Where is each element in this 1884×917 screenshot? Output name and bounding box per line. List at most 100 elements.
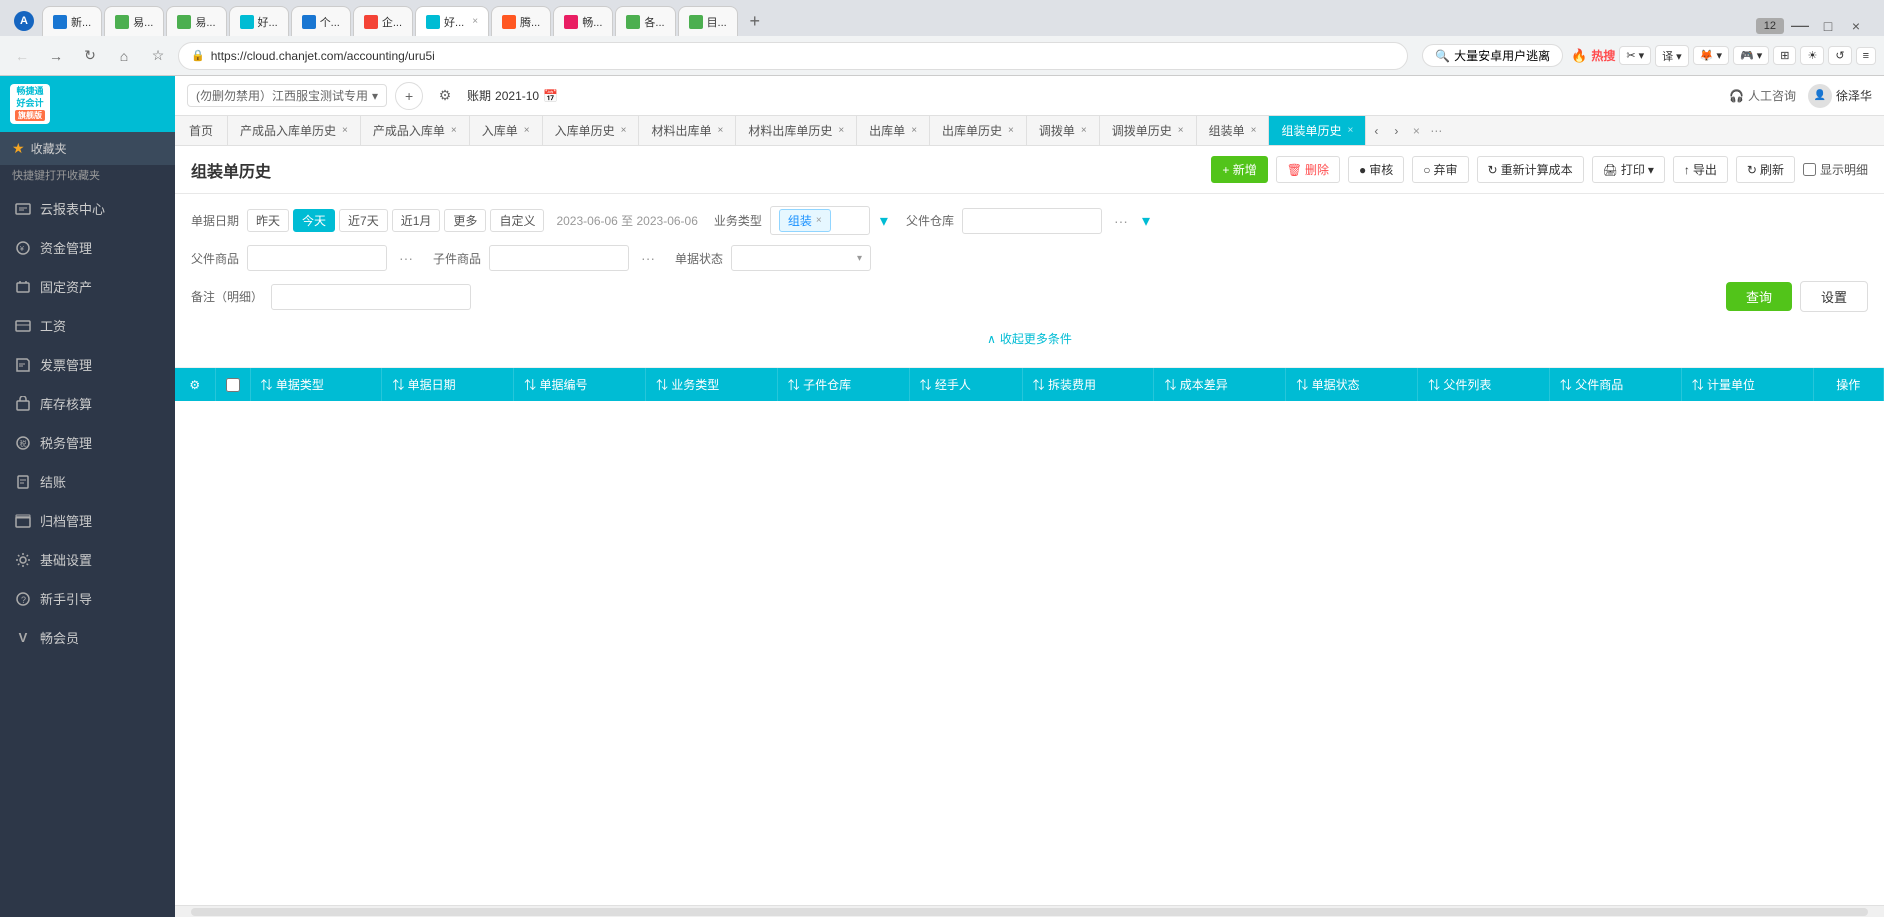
th-settings[interactable]: ⚙ [175,368,215,401]
recalculate-button[interactable]: ↻ 重新计算成本 [1477,156,1584,183]
scroll-track[interactable] [191,908,1868,916]
th-business-type[interactable]: ⇅ 业务类型 [645,368,777,401]
child-goods-input[interactable] [489,245,629,271]
forward-button[interactable]: → [42,42,70,70]
browser-tab-5[interactable]: 个... [291,6,351,36]
close-all-tabs-button[interactable]: × [1406,116,1426,145]
sidebar-item-reports[interactable]: 云报表中心 [0,189,175,228]
th-disassemble-fee[interactable]: ⇅ 拆装费用 [1022,368,1154,401]
tab-material-out-history[interactable]: 材料出库单历史 × [736,116,857,145]
settings-button[interactable]: ⚙ [431,82,459,110]
sidebar-item-closing[interactable]: 结账 [0,462,175,501]
browser-tab-8[interactable]: 腾... [491,6,551,36]
sidebar-item-membership[interactable]: V 畅会员 [0,618,175,657]
browser-tab-3[interactable]: 易... [166,6,226,36]
tab-close-icon[interactable]: × [342,125,348,136]
browser-tab-9[interactable]: 畅... [553,6,613,36]
tab-count-badge[interactable]: 12 [1756,18,1784,34]
refresh-button[interactable]: ↻ 刷新 [1736,156,1795,183]
delete-button[interactable]: 🗑 删除 [1276,156,1340,183]
browser-tab-1[interactable]: 新... [42,6,102,36]
tab-assembly-in-history[interactable]: 产成品入库单历史 × [228,116,361,145]
tab-close-icon[interactable]: × [472,16,478,27]
tab-close-icon[interactable]: × [838,125,844,136]
parent-goods-input[interactable] [247,245,387,271]
sidebar-item-tax[interactable]: 税 税务管理 [0,423,175,462]
yesterday-button[interactable]: 昨天 [247,209,289,232]
tab-scroll-left-button[interactable]: ‹ [1366,116,1386,145]
show-detail-checkbox[interactable] [1803,163,1816,176]
business-type-input[interactable]: 组装 × [770,206,870,235]
browser-tab-10[interactable]: 各... [615,6,675,36]
abandon-button[interactable]: ○ 弃审 [1412,156,1468,183]
th-unit[interactable]: ⇅ 计量单位 [1681,368,1813,401]
search-bar[interactable]: 🔍 大量安卓用户逃离 [1422,44,1563,67]
th-order-date[interactable]: ⇅ 单据日期 [382,368,514,401]
export-button[interactable]: ↑ 导出 [1673,156,1728,183]
tab-close-icon[interactable]: × [1251,125,1257,136]
browser-tab-6[interactable]: 企... [353,6,413,36]
tab-close-icon[interactable]: × [524,125,530,136]
tab-close-icon[interactable]: × [1008,125,1014,136]
print-button[interactable]: 🖨 打印 ▾ [1592,156,1665,183]
bookmark-button[interactable]: ☆ [144,42,172,70]
sidebar-item-invoice[interactable]: 发票管理 [0,345,175,384]
tab-assembly-in[interactable]: 产成品入库单 × [361,116,470,145]
tab-close-icon[interactable]: × [451,125,457,136]
home-button[interactable]: ⌂ [110,42,138,70]
tab-out[interactable]: 出库单 × [857,116,930,145]
parent-warehouse-input[interactable] [962,208,1102,234]
service-button[interactable]: 🎧 人工咨询 [1729,87,1796,104]
sun-button[interactable]: ☀ [1800,46,1824,65]
last7days-button[interactable]: 近7天 [339,209,388,232]
tab-transfer[interactable]: 调拨单 × [1027,116,1100,145]
filter-settings-button[interactable]: 设置 [1800,281,1868,312]
th-parent-list[interactable]: ⇅ 父件列表 [1418,368,1550,401]
audit-button[interactable]: ● 审核 [1348,156,1404,183]
tab-assembly-history[interactable]: 组装单历史 × [1269,116,1366,145]
bottom-scrollbar[interactable] [175,905,1884,917]
back-button[interactable]: ← [8,42,36,70]
reload-button[interactable]: ↻ [76,42,104,70]
address-bar[interactable]: 🔒 https://cloud.chanjet.com/accounting/u… [178,42,1408,70]
parent-goods-more-button[interactable]: ··· [395,250,417,266]
th-order-status[interactable]: ⇅ 单据状态 [1286,368,1418,401]
tab-material-out[interactable]: 材料出库单 × [639,116,736,145]
close-button[interactable]: × [1844,18,1868,34]
order-status-select[interactable]: ▾ [731,245,871,271]
tab-close-icon[interactable]: × [1178,125,1184,136]
company-selector[interactable]: (勿删勿禁用）江西服宝测试专用 ▾ [187,84,387,107]
sidebar-item-finance[interactable]: ¥ 资金管理 [0,228,175,267]
select-all-checkbox[interactable] [226,378,240,392]
sidebar-header[interactable]: 畅捷通好会计旗舰版 [0,76,175,132]
sidebar-item-assets[interactable]: 固定资产 [0,267,175,306]
parent-warehouse-chevron[interactable]: ▾ [1140,211,1152,231]
browser-tab-4[interactable]: 好... [229,6,289,36]
emoji-button[interactable]: 🦊 ▾ [1693,46,1729,65]
minimize-button[interactable]: — [1788,15,1812,36]
browser-tab-7[interactable]: 好... × [415,6,489,36]
add-company-button[interactable]: + [395,82,423,110]
th-child-warehouse[interactable]: ⇅ 子件仓库 [777,368,909,401]
sidebar-favorites[interactable]: ★ 收藏夹 [0,132,175,165]
browser-tab-11[interactable]: 目... [678,6,738,36]
tab-close-icon[interactable]: × [1081,125,1087,136]
th-order-no[interactable]: ⇅ 单据编号 [514,368,646,401]
sidebar-item-archive[interactable]: 归档管理 [0,501,175,540]
browser-tab-2[interactable]: 易... [104,6,164,36]
tab-warehouse-in-history[interactable]: 入库单历史 × [543,116,640,145]
user-info[interactable]: 👤 徐泽华 [1808,84,1872,108]
tab-menu-button[interactable]: ⋯ [1426,116,1446,145]
translate-button[interactable]: 译 ▾ [1655,45,1689,67]
grid-button[interactable]: ⊞ [1773,46,1796,65]
sidebar-item-inventory[interactable]: 库存核算 [0,384,175,423]
notes-input[interactable] [271,284,471,310]
query-button[interactable]: 查询 [1726,282,1792,311]
tab-transfer-history[interactable]: 调拨单历史 × [1100,116,1197,145]
tab-home[interactable]: 首页 [175,116,228,145]
th-handler[interactable]: ⇅ 经手人 [909,368,1022,401]
th-cost-diff[interactable]: ⇅ 成本差异 [1154,368,1286,401]
game-button[interactable]: 🎮 ▾ [1733,46,1769,65]
maximize-button[interactable]: □ [1816,18,1840,34]
tab-close-icon[interactable]: × [911,125,917,136]
